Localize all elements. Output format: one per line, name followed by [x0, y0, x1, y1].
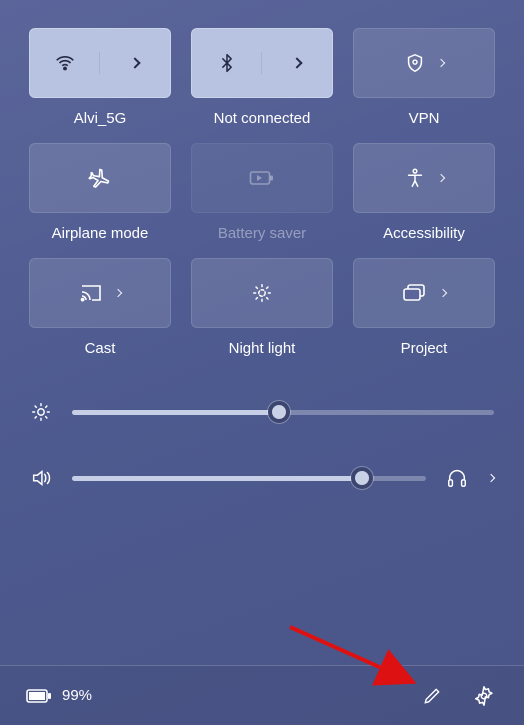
- cast-icon: [79, 283, 103, 303]
- cast-tile[interactable]: Cast: [29, 258, 171, 357]
- accessibility-label: Accessibility: [383, 225, 465, 242]
- chevron-right-icon: [291, 57, 302, 68]
- bluetooth-icon: [217, 52, 237, 74]
- night-light-icon: [251, 282, 273, 304]
- wifi-label: Alvi_5G: [74, 110, 127, 127]
- bottom-bar: 99%: [0, 665, 524, 725]
- pencil-icon: [422, 686, 442, 706]
- accessibility-icon: [404, 167, 426, 189]
- battery-saver-label: Battery saver: [218, 225, 306, 242]
- wifi-toggle[interactable]: [30, 52, 100, 74]
- chevron-right-icon[interactable]: [487, 474, 495, 482]
- headphones-icon[interactable]: [446, 467, 468, 489]
- wifi-tile[interactable]: Alvi_5G: [29, 28, 171, 127]
- brightness-thumb[interactable]: [268, 401, 290, 423]
- chevron-right-icon: [129, 57, 140, 68]
- battery-icon: [26, 688, 52, 704]
- vpn-tile[interactable]: VPN: [353, 28, 495, 127]
- vpn-label: VPN: [409, 110, 440, 127]
- project-tile[interactable]: Project: [353, 258, 495, 357]
- chevron-right-icon: [437, 174, 445, 182]
- airplane-label: Airplane mode: [52, 225, 149, 242]
- bluetooth-expand[interactable]: [262, 59, 332, 67]
- volume-track[interactable]: [72, 476, 426, 481]
- airplane-icon: [88, 166, 112, 190]
- night-light-label: Night light: [229, 340, 296, 357]
- settings-button[interactable]: [470, 682, 498, 710]
- brightness-slider[interactable]: [30, 401, 494, 423]
- brightness-icon: [30, 401, 52, 423]
- accessibility-tile[interactable]: Accessibility: [353, 143, 495, 242]
- battery-saver-tile: Battery saver: [191, 143, 333, 242]
- chevron-right-icon: [114, 289, 122, 297]
- project-icon: [402, 283, 428, 303]
- quick-settings-grid: Alvi_5G Not connected: [30, 28, 494, 357]
- brightness-track[interactable]: [72, 410, 494, 415]
- battery-saver-icon: [249, 169, 275, 187]
- quick-settings-panel: Alvi_5G Not connected: [0, 0, 524, 725]
- chevron-right-icon: [439, 289, 447, 297]
- volume-icon: [30, 467, 52, 489]
- shield-icon: [404, 52, 426, 74]
- sliders-section: [30, 401, 494, 489]
- project-label: Project: [401, 340, 448, 357]
- gear-icon: [473, 685, 495, 707]
- chevron-right-icon: [437, 59, 445, 67]
- bluetooth-tile[interactable]: Not connected: [191, 28, 333, 127]
- volume-thumb[interactable]: [351, 467, 373, 489]
- cast-label: Cast: [85, 340, 116, 357]
- volume-slider[interactable]: [30, 467, 494, 489]
- edit-button[interactable]: [418, 682, 446, 710]
- airplane-tile[interactable]: Airplane mode: [29, 143, 171, 242]
- wifi-expand[interactable]: [100, 59, 170, 67]
- bluetooth-toggle[interactable]: [192, 52, 262, 74]
- night-light-tile[interactable]: Night light: [191, 258, 333, 357]
- bluetooth-label: Not connected: [214, 110, 311, 127]
- battery-text: 99%: [62, 687, 92, 704]
- wifi-icon: [54, 52, 76, 74]
